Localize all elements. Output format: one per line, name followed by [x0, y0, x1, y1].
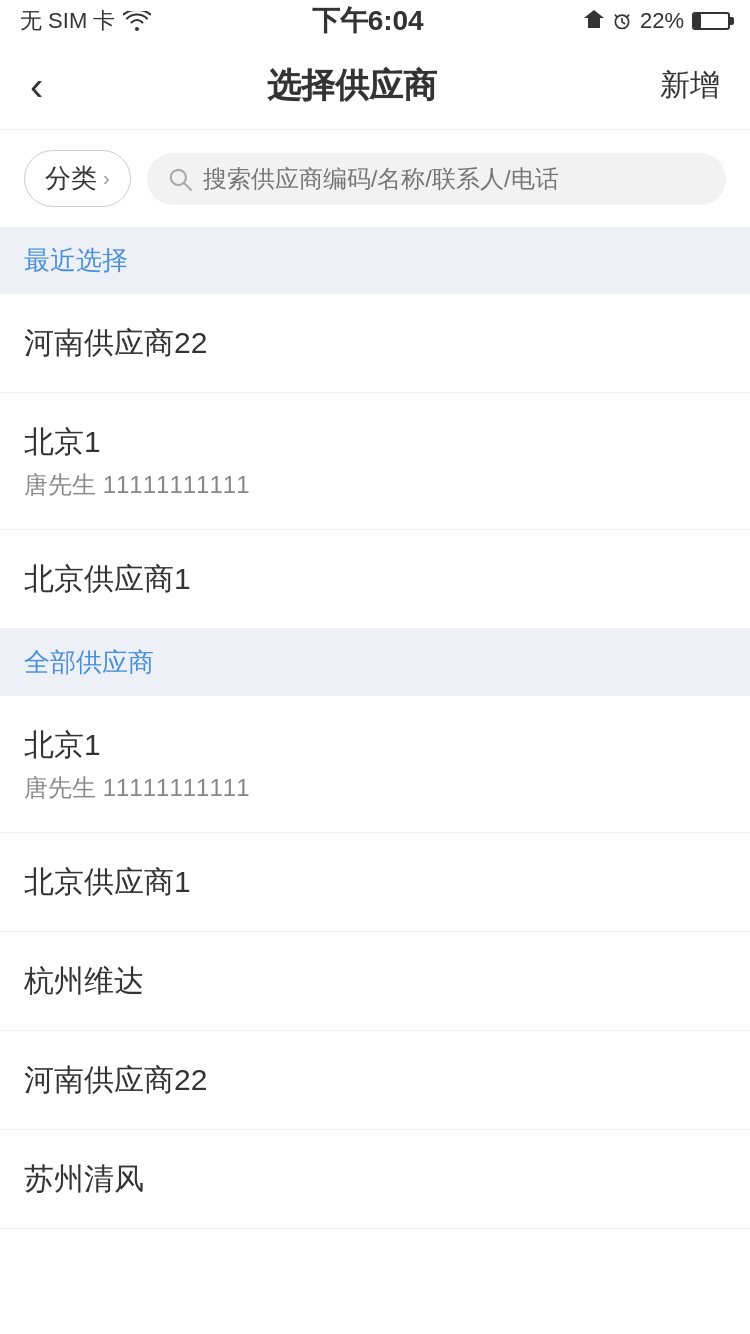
- status-bar: 无 SIM 卡 下午6:04 22%: [0, 0, 750, 42]
- category-label: 分类: [45, 161, 97, 196]
- item-name: 杭州维达: [24, 960, 726, 1002]
- battery-percent: 22%: [640, 8, 684, 34]
- list-item[interactable]: 北京1 唐先生 11111111111: [0, 696, 750, 833]
- list-item[interactable]: 北京供应商1: [0, 530, 750, 629]
- search-box: [147, 153, 726, 205]
- recent-section-header: 最近选择: [0, 227, 750, 294]
- all-section-title: 全部供应商: [24, 647, 154, 677]
- wifi-icon: [123, 11, 151, 31]
- chevron-right-icon: ›: [103, 167, 110, 190]
- item-name: 北京1: [24, 724, 726, 766]
- list-item[interactable]: 北京供应商1: [0, 833, 750, 932]
- recent-section-title: 最近选择: [24, 245, 128, 275]
- item-name: 苏州清风: [24, 1158, 726, 1200]
- sim-status: 无 SIM 卡: [20, 6, 115, 36]
- location-icon: [584, 10, 604, 32]
- list-item[interactable]: 苏州清风: [0, 1130, 750, 1229]
- item-name: 北京供应商1: [24, 861, 726, 903]
- alarm-icon: [612, 10, 632, 32]
- status-time: 下午6:04: [312, 2, 424, 40]
- search-input[interactable]: [203, 165, 706, 193]
- list-item[interactable]: 杭州维达: [0, 932, 750, 1031]
- all-list: 北京1 唐先生 11111111111 北京供应商1 杭州维达河南供应商22 苏州清风: [0, 696, 750, 1229]
- item-sub: 唐先生 11111111111: [24, 469, 726, 501]
- battery-icon: [692, 12, 730, 30]
- status-left: 无 SIM 卡: [20, 6, 151, 36]
- recent-list: 河南供应商22 北京1 唐先生 11111111111 北京供应商1: [0, 294, 750, 629]
- search-icon: [167, 166, 193, 192]
- status-right: 22%: [584, 8, 730, 34]
- add-button[interactable]: 新增: [660, 65, 720, 106]
- item-sub: 唐先生 11111111111: [24, 772, 726, 804]
- item-name: 河南供应商22: [24, 322, 726, 364]
- item-name: 北京供应商1: [24, 558, 726, 600]
- list-item[interactable]: 河南供应商22: [0, 294, 750, 393]
- svg-line-2: [184, 183, 191, 190]
- item-name: 北京1: [24, 421, 726, 463]
- all-section-header: 全部供应商: [0, 629, 750, 696]
- category-button[interactable]: 分类 ›: [24, 150, 131, 207]
- nav-bar: ‹ 选择供应商 新增: [0, 42, 750, 130]
- item-name: 河南供应商22: [24, 1059, 726, 1101]
- page-title: 选择供应商: [267, 63, 437, 109]
- list-item[interactable]: 河南供应商22: [0, 1031, 750, 1130]
- list-item[interactable]: 北京1 唐先生 11111111111: [0, 393, 750, 530]
- back-button[interactable]: ‹: [30, 66, 43, 106]
- filter-bar: 分类 ›: [0, 130, 750, 227]
